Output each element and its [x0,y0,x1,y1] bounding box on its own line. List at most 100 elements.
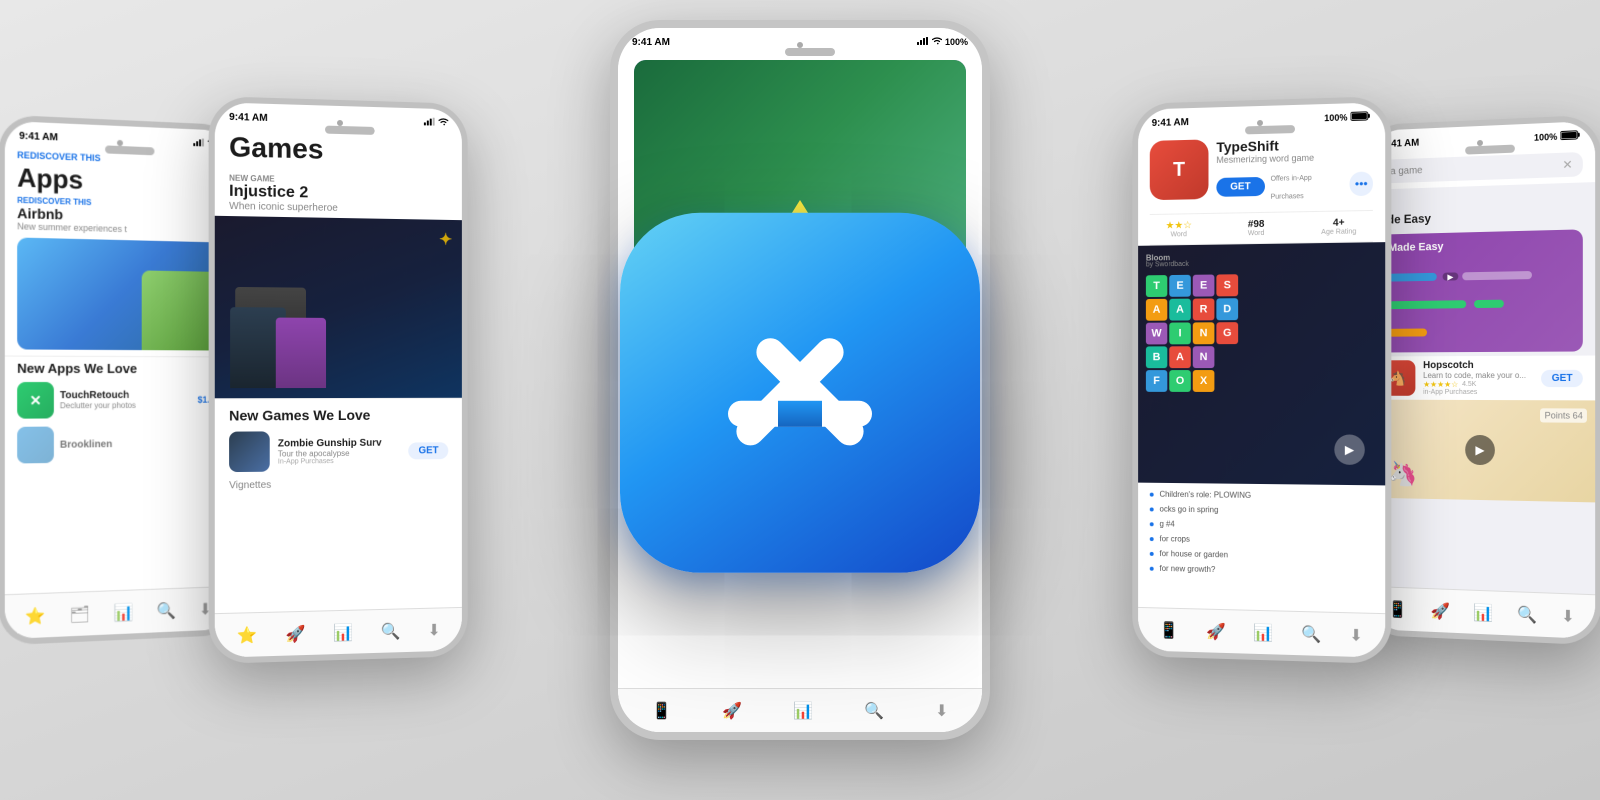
bar-white [1462,271,1532,280]
bar-green-2 [1474,300,1504,308]
tab-top-1[interactable]: 📊 [114,602,134,623]
cell-A2: A [1169,299,1191,321]
tab-updates-5[interactable]: ⬇ [1561,606,1575,627]
tab-charts-4[interactable]: 📊 [1253,622,1273,643]
typeshift-info: TypeShift Mesmerizing word game GET Offe… [1216,135,1373,205]
second-app-item[interactable]: Brooklinen [5,421,231,468]
dot-1 [1150,492,1154,496]
phone-4: 9:41 AM 100% T TypeShift Mesmerizing wor… [1132,96,1391,664]
tab-games-3[interactable]: 🚀 [722,701,742,721]
phone-5-screen: 9:41 AM 100% a game ✕ s ade Easy [1369,121,1595,639]
tab-charts-2[interactable]: 📊 [333,622,353,643]
list-text-6: for new growth? [1160,564,1216,574]
tab-games-4[interactable]: 🚀 [1206,621,1226,641]
second-app-info: Brooklinen [60,437,219,450]
cell-A: A [1146,299,1167,321]
featured-image-1 [17,237,219,350]
play-button[interactable]: ▶ [1334,434,1364,465]
tab-search-5[interactable]: 🔍 [1517,604,1537,625]
tab-search-1[interactable]: 🔍 [157,600,176,621]
hopscotch-sub: in-App Purchases [1423,389,1533,396]
cell-A3: A [1169,346,1191,368]
arrow-icon: ▶ [1447,272,1453,281]
typeshift-more-button[interactable]: ••• [1350,171,1373,196]
cell-B: B [1146,346,1167,368]
zombie-app-item[interactable]: Zombie Gunship Surv Tour the apocalypse … [215,426,462,476]
hopscotch-item[interactable]: 🐴 Hopscotch Learn to code, make your o..… [1369,356,1595,401]
tab-search-2[interactable]: 🔍 [381,621,401,641]
rank-value: #98 [1248,219,1265,230]
stars-label: Word [1166,231,1192,238]
cell-N: N [1193,322,1215,344]
bar-orange [1388,328,1427,336]
list-text-3: g #4 [1160,519,1175,528]
cell-F: F [1146,370,1167,392]
games-icon-3: 🚀 [722,701,742,721]
tab-featured-4[interactable]: 📱 [1159,620,1178,640]
typeshift-actions: GET Offers in-App Purchases ••• [1216,165,1373,204]
hopscotch-stars: ★★★★☆ [1423,380,1458,389]
cell-E: E [1169,275,1191,297]
typeshift-get-button[interactable]: GET [1216,176,1264,196]
charts-icon-5: 📊 [1473,602,1493,623]
colored-card-5: Made Easy ▶ [1381,229,1583,352]
second-app-name: Brooklinen [60,437,219,450]
typeshift-icon: T [1150,139,1209,200]
tab-updates-4[interactable]: ⬇ [1349,625,1363,646]
list-text-4: for crops [1160,534,1190,543]
tab-bar-1: ⭐ 🗂 📊 🔍 ⬇ [5,586,231,639]
tab-updates-2[interactable]: ⬇ [428,620,441,640]
wifi-icon-3 [932,37,942,48]
apps-title: Apps [5,162,231,201]
phone-1: 9:41 AM REDISCOVER THIS Apps REDISCOVER … [0,114,236,645]
word-row-2: A A R D [1146,298,1238,321]
rank-label: Word [1248,230,1265,237]
tab-featured-1[interactable]: ⭐ [25,605,45,626]
featured-icon-2: ⭐ [237,625,257,646]
tab-charts-3[interactable]: 📊 [793,701,813,721]
tab-search-4[interactable]: 🔍 [1301,624,1321,645]
featured-icon-4: 📱 [1159,620,1178,640]
bar-blue [1388,273,1436,282]
hopscotch-icon-symbol: 🐴 [1390,370,1407,387]
tab-rocket-2[interactable]: 🚀 [285,623,305,644]
touchretouch-item[interactable]: TouchRetouch Declutter your photos $1.99 [5,378,231,423]
time-2: 9:41 AM [229,111,268,123]
tab-updates-3[interactable]: ⬇ [935,701,948,721]
search-icon-3: 🔍 [864,701,884,721]
search-icon-5: 🔍 [1517,604,1537,625]
speaker-4 [1245,125,1295,134]
updates-icon-3: ⬇ [935,701,948,721]
search-icon-1: 🔍 [157,600,176,621]
tab-featured-3[interactable]: 📱 [651,701,671,721]
tab-bar-3: 📱 🚀 📊 🔍 ⬇ [618,688,982,732]
age-label: Age Rating [1321,228,1356,236]
clear-icon-5[interactable]: ✕ [1562,157,1572,172]
stat-rank: #98 Word [1248,219,1265,237]
bars-row-2 [1388,299,1574,309]
tab-featured-2[interactable]: ⭐ [237,625,257,646]
tab-charts-5[interactable]: 📊 [1473,602,1493,623]
tab-bar-4: 📱 🚀 📊 🔍 ⬇ [1138,607,1385,658]
phone-1-screen: 9:41 AM REDISCOVER THIS Apps REDISCOVER … [5,121,231,639]
typeshift-header: T TypeShift Mesmerizing word game GET Of… [1138,127,1385,215]
tab-games-5[interactable]: 🚀 [1431,601,1450,622]
p5-search-bar[interactable]: a game ✕ [1381,152,1583,184]
new-apps-label: New Apps We Love [5,356,231,379]
unicorn-emoji: 🦄 [1388,460,1417,489]
cell-X: X [1193,370,1215,392]
typeshift-screenshot: Bloom by Swordback T E E S A A R D [1138,242,1385,485]
hopscotch-get-button[interactable]: GET [1541,369,1582,386]
signal-icon-1 [193,138,205,149]
word-row-5: F O X [1146,370,1238,392]
phone-2-screen: 9:41 AM Games NEW GAME Injustice 2 When … [215,102,462,658]
signal-icon-3 [917,37,929,48]
video-play-button[interactable]: ▶ [1465,435,1495,465]
zombie-info: Zombie Gunship Surv Tour the apocalypse … [278,437,401,465]
tab-search-3[interactable]: 🔍 [864,701,884,721]
phones-wrapper: 9:41 AM REDISCOVER THIS Apps REDISCOVER … [0,0,1600,800]
zombie-get-button[interactable]: GET [409,442,449,459]
tab-categories-1[interactable]: 🗂 [70,604,90,625]
cell-W: W [1146,323,1167,345]
updates-icon-4: ⬇ [1349,625,1363,646]
